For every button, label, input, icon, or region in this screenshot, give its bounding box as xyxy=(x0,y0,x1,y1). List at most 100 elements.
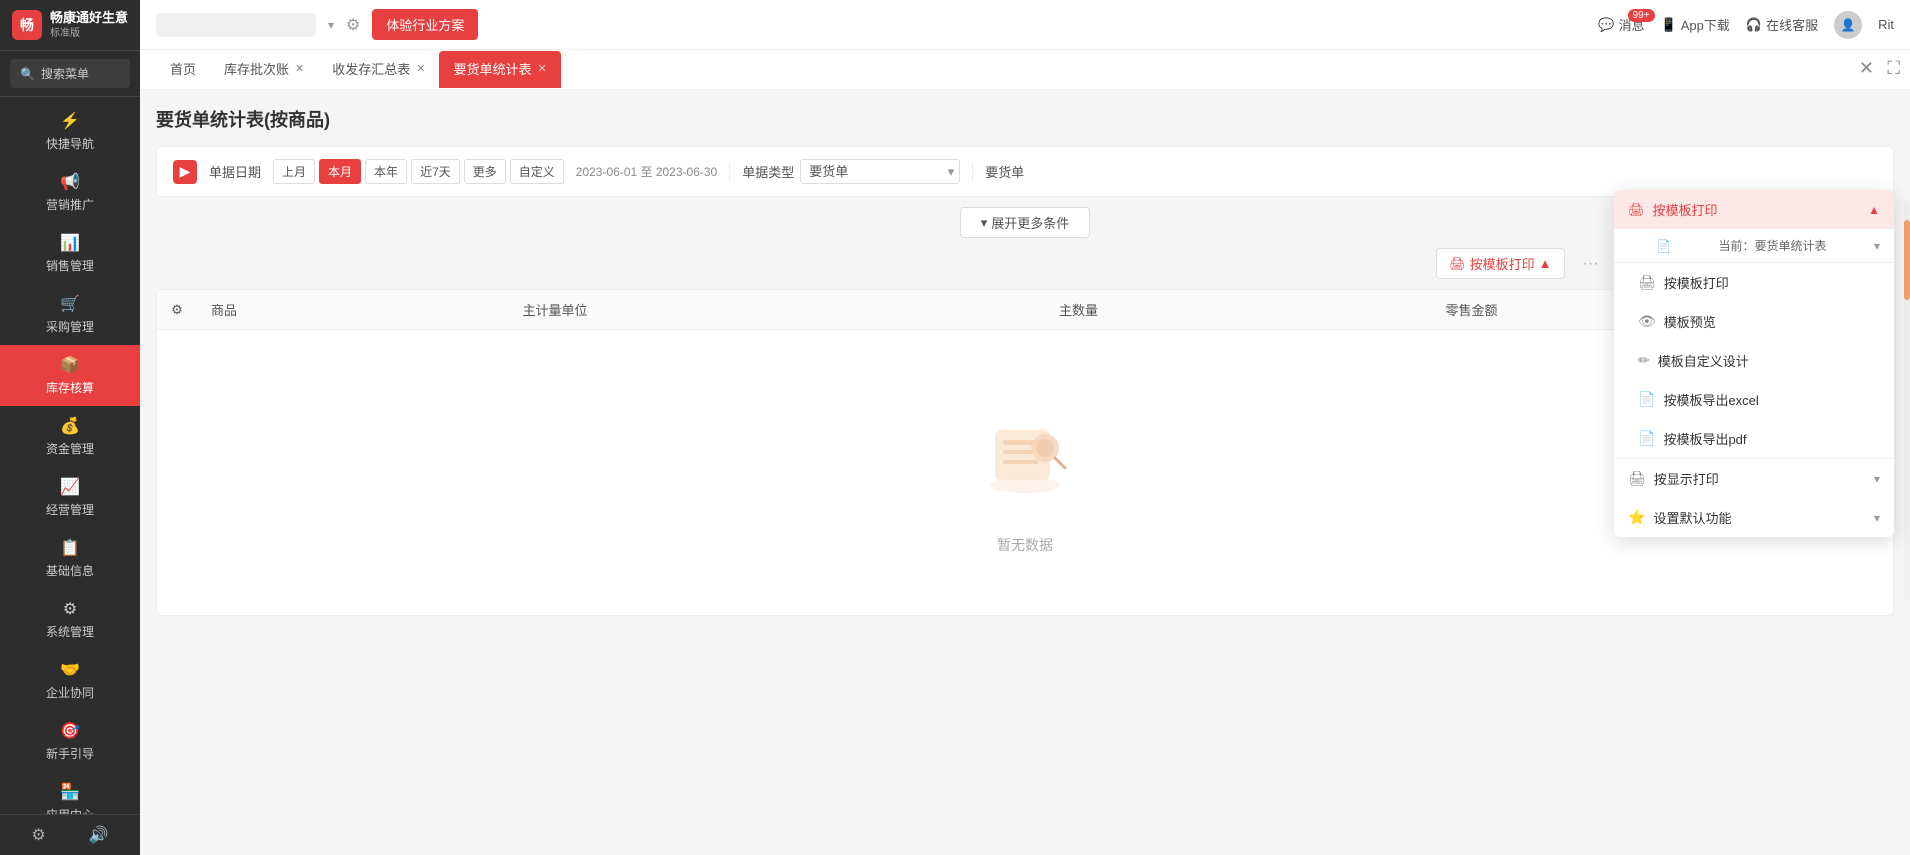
online-service-button[interactable]: 🎧 在线客服 xyxy=(1746,15,1818,34)
tab-home[interactable]: 首页 xyxy=(156,51,210,88)
sidebar-item-purchase[interactable]: 🛒 采购管理 xyxy=(0,284,140,345)
export-excel-icon: 📄 xyxy=(1638,391,1655,408)
dropdown-sub-set-default[interactable]: ⭐ 设置默认功能 ▾ xyxy=(1614,498,1894,537)
app-download-button[interactable]: 📱 App下载 xyxy=(1661,15,1730,34)
sidebar-item-basic[interactable]: 📋 基础信息 xyxy=(0,528,140,589)
current-template-icon: 📄 xyxy=(1656,239,1671,253)
type-select[interactable]: 要货单 xyxy=(800,159,960,184)
trial-button[interactable]: 体验行业方案 xyxy=(372,9,478,40)
table-col-settings[interactable]: ⚙ xyxy=(157,290,197,330)
user-avatar[interactable]: 👤 xyxy=(1834,11,1862,39)
sidebar: 畅 畅康通好生意 标准版 🔍 搜索菜单 ⚡ 快捷导航 📢 营销推广 📊 销售管理… xyxy=(0,0,140,855)
template-print-label: 按模板打印 xyxy=(1664,273,1729,292)
last-7-days-btn[interactable]: 近7天 xyxy=(411,159,460,184)
tab-order-stats[interactable]: 要货单统计表 ✕ xyxy=(439,51,560,88)
basic-label: 基础信息 xyxy=(46,562,94,579)
date-range-display: 2023-06-01 至 2023-06-30 xyxy=(576,163,717,180)
sidebar-item-collab[interactable]: 🤝 企业协同 xyxy=(0,650,140,711)
content-area: 要货单统计表(按商品) ▶ 单据日期 上月 本月 本年 近7天 更多 自定义 2… xyxy=(140,90,1910,855)
app-download-label: App下载 xyxy=(1681,15,1730,34)
sidebar-item-system[interactable]: ⚙ 系统管理 xyxy=(0,589,140,650)
dropdown-chevron-up-icon[interactable]: ▲ xyxy=(1868,203,1880,217)
dropdown-item-export-pdf[interactable]: 📄 按模板导出pdf xyxy=(1614,419,1894,458)
empty-icon xyxy=(975,410,1075,519)
topbar-gear-icon[interactable]: ⚙ xyxy=(346,15,360,35)
sidebar-item-sales[interactable]: 📊 销售管理 xyxy=(0,223,140,284)
main-area: ▾ ⚙ 体验行业方案 💬 消息 99+ 📱 App下载 🎧 在线客服 👤 Rit… xyxy=(140,0,1910,855)
dropdown-item-template-preview[interactable]: 👁 模板预览 xyxy=(1614,302,1894,341)
sidebar-search-label: 搜索菜单 xyxy=(41,65,89,82)
sidebar-item-quick-nav[interactable]: ⚡ 快捷导航 xyxy=(0,101,140,162)
dropdown-item-template-print[interactable]: 🖨 按模板打印 xyxy=(1614,263,1894,302)
set-default-chevron-icon: ▾ xyxy=(1874,511,1880,525)
right-scrollbar[interactable] xyxy=(1904,200,1910,600)
tab-batch-account[interactable]: 库存批次账 ✕ xyxy=(210,51,318,88)
print-button[interactable]: 🖨 按模板打印 ▲ xyxy=(1436,248,1564,279)
date-buttons: 上月 本月 本年 近7天 更多 自定义 xyxy=(273,159,564,184)
messages-badge: 99+ xyxy=(1628,9,1655,22)
tabbar-expand-button[interactable]: ⛶ xyxy=(1887,58,1900,79)
more-date-btn[interactable]: 更多 xyxy=(464,159,506,184)
last-month-btn[interactable]: 上月 xyxy=(273,159,315,184)
set-default-icon: ⭐ xyxy=(1628,509,1645,526)
template-design-icon: ✏ xyxy=(1638,352,1650,369)
display-print-icon: 🖨 xyxy=(1628,470,1646,487)
tabbar: 首页 库存批次账 ✕ 收发存汇总表 ✕ 要货单统计表 ✕ ✕ ⛶ xyxy=(140,50,1910,90)
export-pdf-icon: 📄 xyxy=(1638,430,1655,447)
more-dots-button[interactable]: ··· xyxy=(1575,251,1607,277)
dropdown-item-export-excel[interactable]: 📄 按模板导出excel xyxy=(1614,380,1894,419)
collab-label: 企业协同 xyxy=(46,684,94,701)
tab-order-stats-close[interactable]: ✕ xyxy=(538,62,547,75)
filter-toggle-button[interactable]: ▶ xyxy=(173,160,197,184)
expand-more-button[interactable]: ▾ 展开更多条件 xyxy=(960,207,1091,238)
sidebar-settings-button[interactable]: ⚙ xyxy=(31,825,45,845)
sidebar-item-guide[interactable]: 🎯 新手引导 xyxy=(0,711,140,772)
template-preview-icon: 👁 xyxy=(1638,313,1656,330)
app-version: 标准版 xyxy=(50,27,128,40)
tab-receipt-summary-close[interactable]: ✕ xyxy=(416,62,425,75)
topbar-search-input[interactable] xyxy=(156,13,316,37)
print-header-icon: 🖨 xyxy=(1628,202,1645,218)
table-col-unit: 主计量单位 xyxy=(509,290,1045,330)
page-title: 要货单统计表(按商品) xyxy=(156,106,1894,132)
username-label[interactable]: Rit xyxy=(1878,17,1894,32)
dropdown-item-template-design[interactable]: ✏ 模板自定义设计 xyxy=(1614,341,1894,380)
topbar: ▾ ⚙ 体验行业方案 💬 消息 99+ 📱 App下载 🎧 在线客服 👤 Rit xyxy=(140,0,1910,50)
sidebar-item-finance[interactable]: 💰 资金管理 xyxy=(0,406,140,467)
tab-receipt-summary[interactable]: 收发存汇总表 ✕ xyxy=(318,51,439,88)
export-pdf-label: 按模板导出pdf xyxy=(1663,429,1746,448)
mobile-icon: 📱 xyxy=(1661,17,1677,33)
this-month-btn[interactable]: 本月 xyxy=(319,159,361,184)
type-filter-label: 单据类型 xyxy=(742,162,794,181)
purchase-label: 采购管理 xyxy=(46,318,94,335)
dropdown-header-left: 🖨 按模板打印 xyxy=(1628,200,1718,219)
sidebar-item-appstore[interactable]: 🏪 应用中心 xyxy=(0,772,140,814)
guide-label: 新手引导 xyxy=(46,745,94,762)
messages-button[interactable]: 💬 消息 99+ xyxy=(1598,15,1644,34)
goods-filter-label: 要货单 xyxy=(985,162,1024,181)
print-icon: 🖨 xyxy=(1449,256,1466,272)
app-name-block: 畅康通好生意 标准版 xyxy=(50,10,128,40)
filter-divider-2 xyxy=(972,162,973,182)
quick-nav-label: 快捷导航 xyxy=(46,135,94,152)
tab-batch-account-close[interactable]: ✕ xyxy=(295,62,304,75)
topbar-chevron-icon[interactable]: ▾ xyxy=(328,18,334,32)
empty-text: 暂无数据 xyxy=(997,535,1053,555)
inventory-icon: 📦 xyxy=(60,355,80,375)
sidebar-item-marketing[interactable]: 📢 营销推广 xyxy=(0,162,140,223)
dropdown-sub-display-print[interactable]: 🖨 按显示打印 ▾ xyxy=(1614,459,1894,498)
tab-receipt-summary-label: 收发存汇总表 xyxy=(332,59,410,78)
operation-icon: 📈 xyxy=(60,477,80,497)
quick-nav-icon: ⚡ xyxy=(60,111,80,131)
chevron-down-icon: ▾ xyxy=(981,215,988,231)
this-year-btn[interactable]: 本年 xyxy=(365,159,407,184)
tabbar-close-button[interactable]: ✕ xyxy=(1859,58,1874,79)
template-preview-label: 模板预览 xyxy=(1664,312,1716,331)
tab-order-stats-label: 要货单统计表 xyxy=(453,59,531,78)
type-filter: 单据类型 要货单 xyxy=(742,159,960,184)
custom-date-btn[interactable]: 自定义 xyxy=(510,159,564,184)
sidebar-volume-button[interactable]: 🔊 xyxy=(89,825,109,845)
sidebar-item-operation[interactable]: 📈 经营管理 xyxy=(0,467,140,528)
sidebar-item-inventory[interactable]: 📦 库存核算 xyxy=(0,345,140,406)
sidebar-search-button[interactable]: 🔍 搜索菜单 xyxy=(10,59,130,88)
